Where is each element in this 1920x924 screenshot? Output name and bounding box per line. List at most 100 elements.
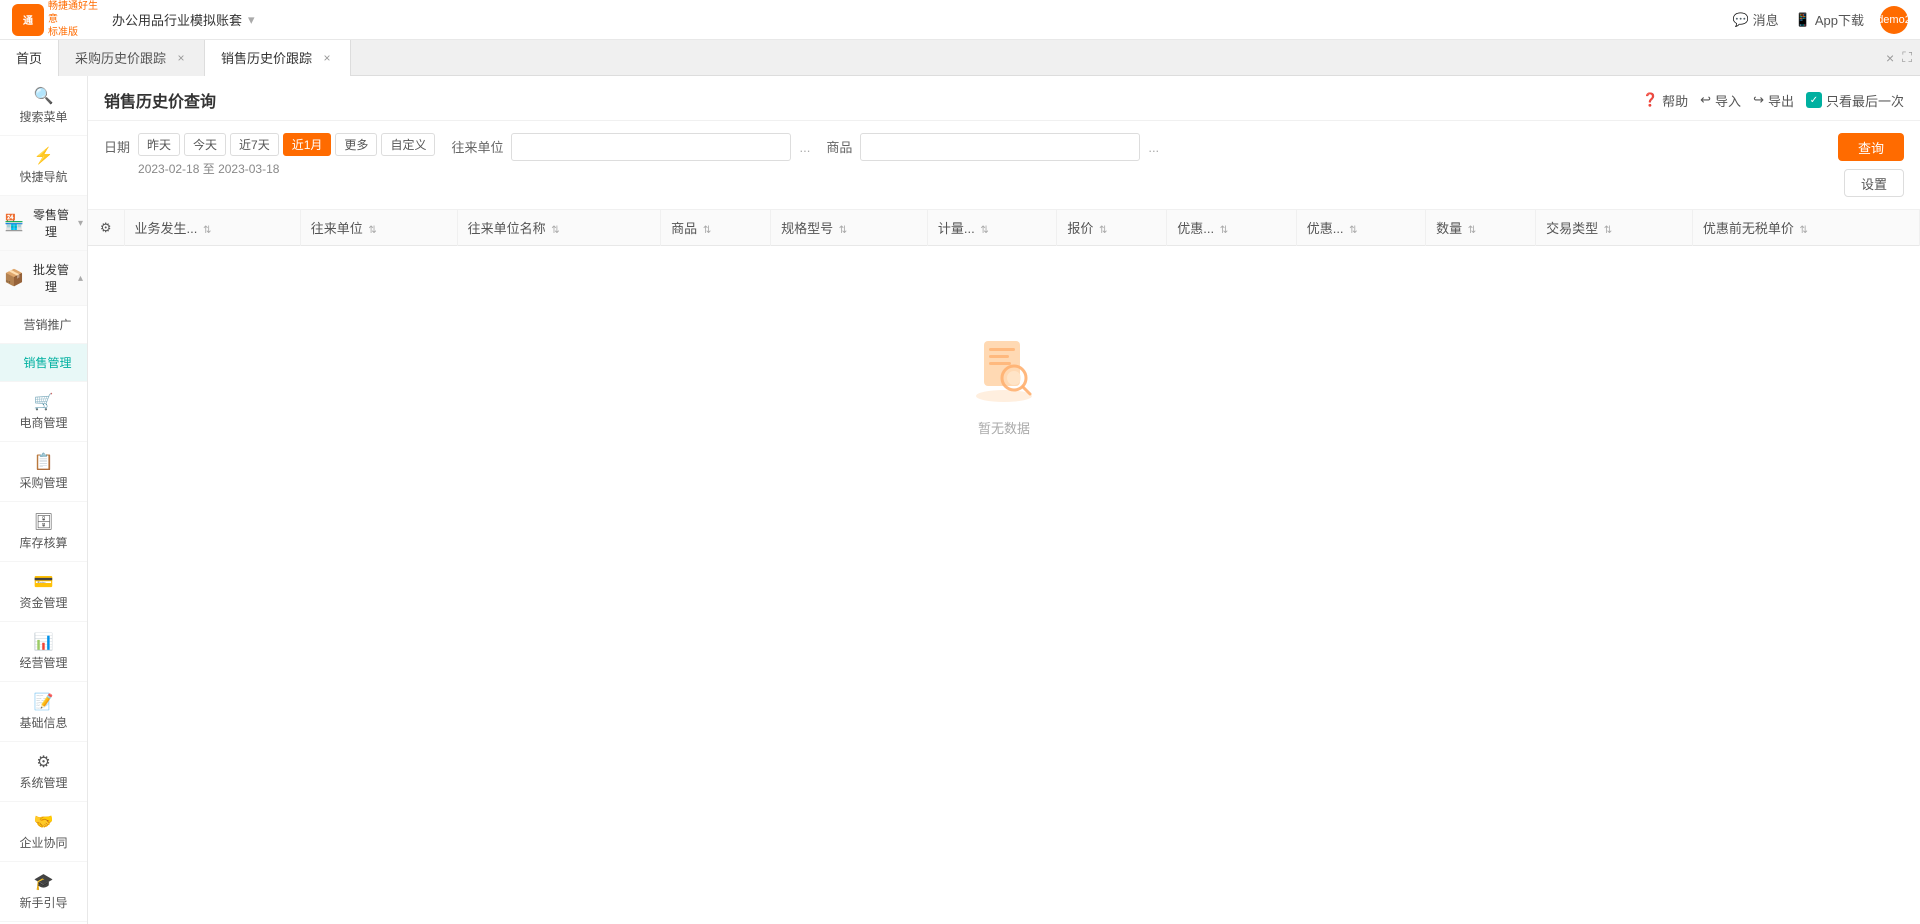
- sidebar-item-sales-mgmt[interactable]: 销售管理: [0, 344, 87, 382]
- import-btn[interactable]: ↩ 导入: [1700, 91, 1741, 110]
- th-spec[interactable]: 规格型号 ⇅: [771, 210, 928, 246]
- sidebar-item-wholesale-mgmt[interactable]: 📦 批发管理 ▴: [0, 251, 87, 306]
- empty-state-icon: [964, 326, 1044, 406]
- goods-dots[interactable]: ...: [1148, 140, 1159, 155]
- mobile-icon: 📱: [1795, 12, 1811, 28]
- sidebar-item-purchase-mgmt[interactable]: 📋 采购管理: [0, 442, 87, 502]
- sidebar-item-ecommerce[interactable]: 🛒 电商管理: [0, 382, 87, 442]
- sidebar-item-sys-mgmt[interactable]: ⚙ 系统管理: [0, 742, 87, 802]
- filter-actions: 查询 设置: [1838, 133, 1904, 197]
- retail-mgmt-icon: 🏪: [4, 213, 24, 233]
- date-btn-yesterday[interactable]: 昨天: [138, 133, 180, 156]
- date-btn-today[interactable]: 今天: [184, 133, 226, 156]
- th-quote[interactable]: 报价 ⇅: [1057, 210, 1167, 246]
- sidebar-item-basic-info[interactable]: 📝 基础信息: [0, 682, 87, 742]
- date-btn-custom[interactable]: 自定义: [381, 133, 435, 156]
- import-icon: ↩: [1700, 92, 1711, 108]
- header-middle: 办公用品行业模拟账套 ▾: [100, 10, 1732, 29]
- logo-icon: 通: [12, 4, 44, 36]
- sidebar-item-finance[interactable]: 💳 资金管理: [0, 562, 87, 622]
- help-btn[interactable]: ❓ 帮助: [1642, 91, 1688, 110]
- content-area: 销售历史价查询 ❓ 帮助 ↩ 导入 ↪ 导出 ✓: [88, 76, 1920, 924]
- partner-dots[interactable]: ...: [799, 140, 810, 155]
- fullscreen-icon[interactable]: ⛶: [1902, 49, 1912, 66]
- date-options: 昨天 今天 近7天 近1月 更多 自定义 2023-02-18 至 2023-0…: [138, 133, 435, 177]
- sys-mgmt-icon: ⚙: [36, 752, 50, 772]
- sidebar-item-new-guide[interactable]: 🎓 新手引导: [0, 862, 87, 922]
- sort-trade-type-icon: ⇅: [1604, 225, 1612, 236]
- sort-goods-icon: ⇅: [703, 225, 711, 236]
- tab-bar: 首页 采购历史价跟踪 × 销售历史价跟踪 × × ⛶: [0, 40, 1920, 76]
- wholesale-expand-icon: ▴: [78, 273, 83, 284]
- export-btn[interactable]: ↪ 导出: [1753, 91, 1794, 110]
- app-download-btn[interactable]: 📱 App下载: [1795, 10, 1864, 29]
- tab-sales-history[interactable]: 销售历史价跟踪 ×: [205, 40, 351, 76]
- th-goods[interactable]: 商品 ⇅: [661, 210, 771, 246]
- sidebar-finance-label: 资金管理: [19, 594, 67, 611]
- date-btn-more[interactable]: 更多: [335, 133, 377, 156]
- tab-purchase-history[interactable]: 采购历史价跟踪 ×: [59, 40, 205, 76]
- close-purchase-tab-icon[interactable]: ×: [174, 51, 188, 65]
- th-biz-date-label: 业务发生...: [135, 221, 198, 236]
- basic-info-icon: 📝: [34, 692, 54, 712]
- partner-filter-group: 往来单位 ...: [451, 133, 810, 161]
- main-layout: 🔍 搜索菜单 ⚡ 快捷导航 🏪 零售管理 ▾ 📦 批发管理 ▴ 营销推广 销售管…: [0, 76, 1920, 924]
- th-partner-code[interactable]: 往来单位 ⇅: [300, 210, 457, 246]
- settings-button[interactable]: 设置: [1844, 169, 1904, 197]
- sort-unit-icon: ⇅: [980, 225, 988, 236]
- inventory-icon: 🗄: [33, 512, 53, 532]
- sidebar-item-retail-mgmt[interactable]: 🏪 零售管理 ▾: [0, 196, 87, 251]
- sidebar-item-quick-nav[interactable]: ⚡ 快捷导航: [0, 136, 87, 196]
- th-partner-name[interactable]: 往来单位名称 ⇅: [457, 210, 661, 246]
- tab-purchase-history-label: 采购历史价跟踪: [75, 48, 166, 67]
- th-unit-label: 计量...: [938, 221, 975, 236]
- goods-input[interactable]: [860, 133, 1140, 161]
- sidebar-sys-mgmt-label: 系统管理: [19, 774, 67, 791]
- table-container: ⚙ 业务发生... ⇅ 往来单位 ⇅ 往来单位名称: [88, 210, 1920, 924]
- th-quantity[interactable]: 数量 ⇅: [1426, 210, 1536, 246]
- new-guide-icon: 🎓: [34, 872, 54, 892]
- date-btn-7days[interactable]: 近7天: [230, 133, 279, 156]
- sidebar-item-marketing[interactable]: 营销推广: [0, 306, 87, 344]
- page-card: 销售历史价查询 ❓ 帮助 ↩ 导入 ↪ 导出 ✓: [88, 76, 1920, 924]
- tab-home[interactable]: 首页: [0, 40, 59, 76]
- goods-filter-label: 商品: [826, 133, 852, 156]
- purchase-mgmt-icon: 📋: [34, 452, 54, 472]
- sidebar-item-operations[interactable]: 📊 经营管理: [0, 622, 87, 682]
- th-goods-label: 商品: [671, 221, 697, 236]
- app-dropdown[interactable]: 办公用品行业模拟账套 ▾: [112, 10, 255, 29]
- th-discount1[interactable]: 优惠... ⇅: [1167, 210, 1296, 246]
- sort-partner-name-icon: ⇅: [551, 225, 559, 236]
- user-avatar-btn[interactable]: demo2: [1880, 6, 1908, 34]
- th-partner-name-label: 往来单位名称: [468, 221, 546, 236]
- date-filter-label: 日期: [104, 133, 130, 156]
- partner-input[interactable]: [511, 133, 791, 161]
- sidebar-item-search-menu[interactable]: 🔍 搜索菜单: [0, 76, 87, 136]
- help-icon: ❓: [1642, 92, 1658, 108]
- th-pre-tax-label: 优惠前无税单价: [1703, 221, 1794, 236]
- message-btn[interactable]: 💬 消息: [1732, 10, 1778, 29]
- date-btn-1month[interactable]: 近1月: [283, 133, 332, 156]
- sidebar-new-guide-label: 新手引导: [19, 894, 67, 911]
- query-button[interactable]: 查询: [1838, 133, 1904, 161]
- th-discount2[interactable]: 优惠... ⇅: [1296, 210, 1425, 246]
- sidebar-item-enterprise-collab[interactable]: 🤝 企业协同: [0, 802, 87, 862]
- th-settings[interactable]: ⚙: [88, 210, 124, 246]
- th-trade-type[interactable]: 交易类型 ⇅: [1536, 210, 1693, 246]
- filter-area: 日期 昨天 今天 近7天 近1月 更多 自定义 2023-02-18 至 202…: [88, 121, 1920, 210]
- sidebar-item-inventory[interactable]: 🗄 库存核算: [0, 502, 87, 562]
- only-last-checkbox[interactable]: ✓ 只看最后一次: [1806, 91, 1904, 110]
- header-right: 💬 消息 📱 App下载 demo2: [1732, 6, 1908, 34]
- th-biz-date[interactable]: 业务发生... ⇅: [124, 210, 300, 246]
- close-sales-tab-icon[interactable]: ×: [320, 51, 334, 65]
- partner-filter-label: 往来单位: [451, 133, 503, 156]
- avatar: demo2: [1880, 6, 1908, 34]
- th-pre-tax[interactable]: 优惠前无税单价 ⇅: [1692, 210, 1919, 246]
- sort-discount1-icon: ⇅: [1220, 225, 1228, 236]
- table-header-row: ⚙ 业务发生... ⇅ 往来单位 ⇅ 往来单位名称: [88, 210, 1920, 246]
- date-filter-group: 日期 昨天 今天 近7天 近1月 更多 自定义 2023-02-18 至 202…: [104, 133, 435, 177]
- page-title: 销售历史价查询: [104, 88, 216, 112]
- close-all-tabs-icon[interactable]: ×: [1886, 50, 1894, 66]
- th-unit[interactable]: 计量... ⇅: [927, 210, 1056, 246]
- sidebar-purchase-mgmt-label: 采购管理: [19, 474, 67, 491]
